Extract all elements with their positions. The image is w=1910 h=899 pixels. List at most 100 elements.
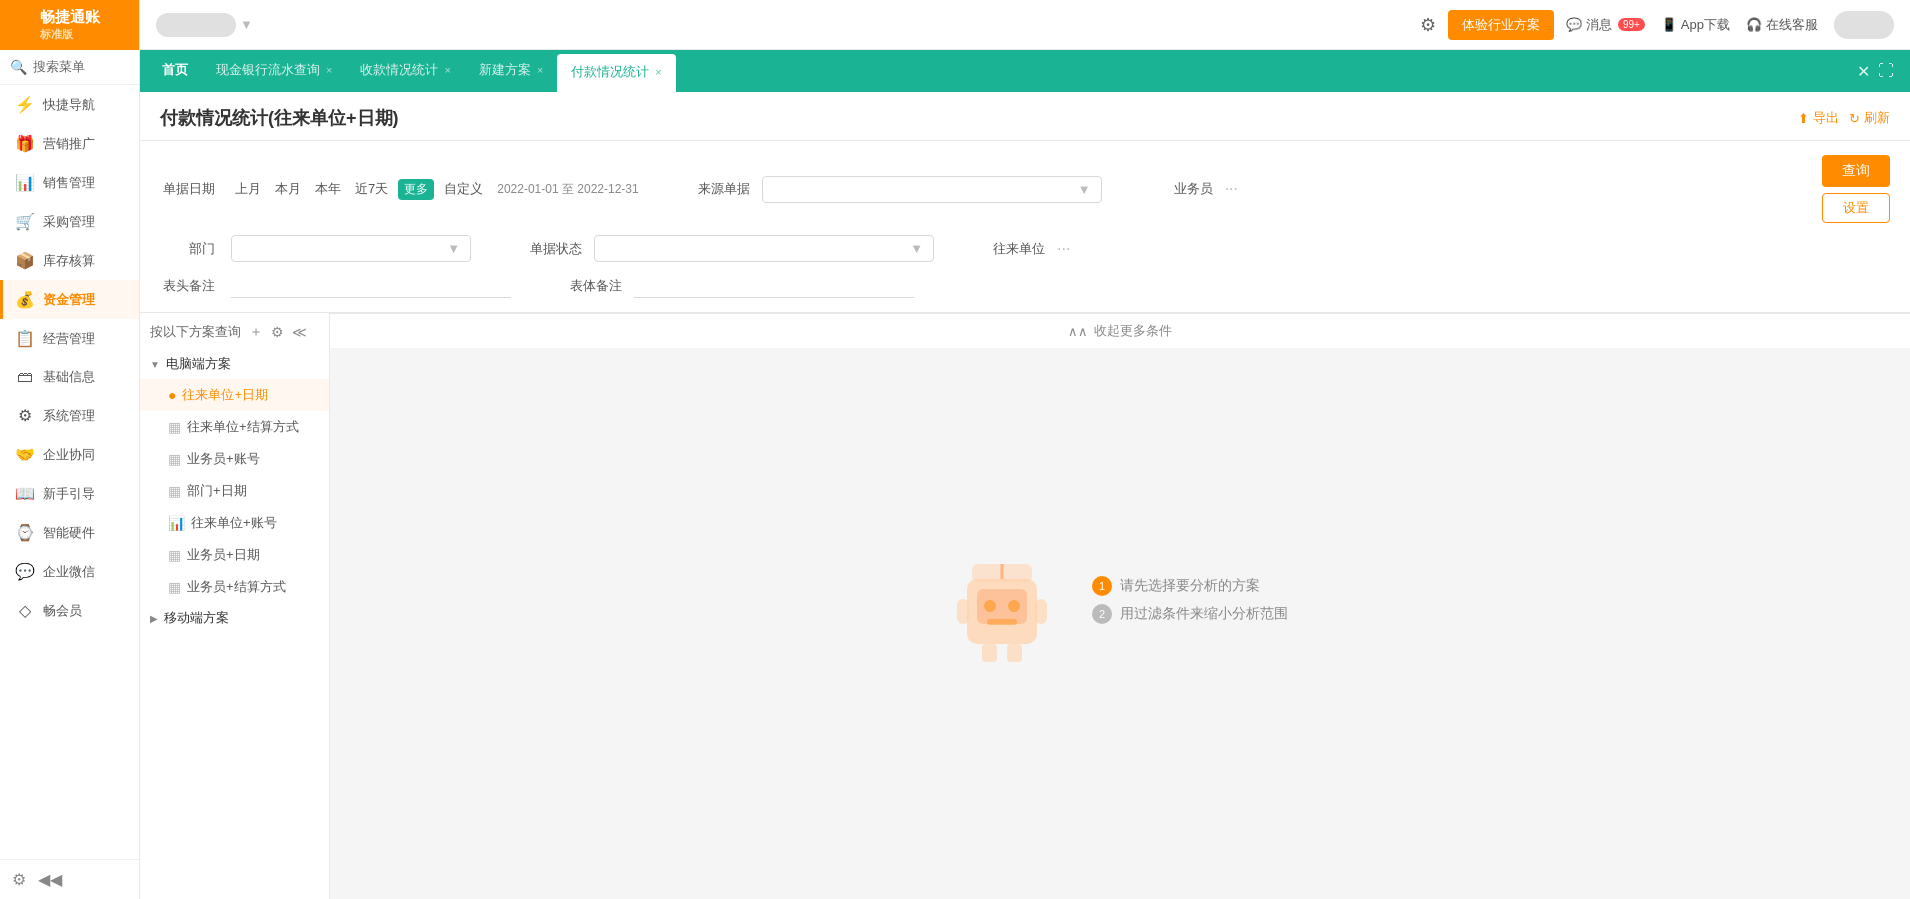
scheme-item-dept-date-label: 部门+日期 xyxy=(187,482,247,500)
header-note-input[interactable] xyxy=(231,274,511,298)
settings-bottom-icon[interactable]: ⚙ xyxy=(12,870,26,889)
content-area: 付款情况统计(往来单位+日期) ⬆ 导出 ↻ 刷新 单据日期 上月 本月 xyxy=(140,92,1910,899)
sales-label: 销售管理 xyxy=(43,174,95,192)
sidebar-item-weixin[interactable]: 💬 企业微信 xyxy=(0,552,139,591)
source-select[interactable]: ▼ xyxy=(762,176,1102,203)
messages-button[interactable]: 💬 消息 99+ xyxy=(1566,16,1645,34)
scheme-table-icon-4: ▦ xyxy=(168,547,181,563)
sidebar-item-hardware[interactable]: ⌚ 智能硬件 xyxy=(0,513,139,552)
tab-cashflow[interactable]: 现金银行流水查询 × xyxy=(202,50,346,92)
tab-receipts-close[interactable]: × xyxy=(444,64,450,76)
date-option-7days[interactable]: 近7天 xyxy=(351,178,392,200)
date-option-this-month[interactable]: 本月 xyxy=(271,178,305,200)
finance-icon: 💰 xyxy=(15,290,35,309)
online-service-button[interactable]: 🎧 在线客服 xyxy=(1746,16,1818,34)
sidebar-item-cooperation[interactable]: 🤝 企业协同 xyxy=(0,435,139,474)
date-option-more[interactable]: 更多 xyxy=(398,179,434,200)
sidebar-item-finance[interactable]: 💰 资金管理 xyxy=(0,280,139,319)
query-button[interactable]: 查询 xyxy=(1822,155,1890,187)
sidebar-item-search[interactable]: 🔍 搜索菜单 xyxy=(0,50,139,85)
sidebar-item-guide[interactable]: 📖 新手引导 xyxy=(0,474,139,513)
scheme-item-unit-account-label: 往来单位+账号 xyxy=(191,514,277,532)
sidebar-item-operation[interactable]: 📋 经营管理 xyxy=(0,319,139,358)
sidebar-item-system[interactable]: ⚙ 系统管理 xyxy=(0,396,139,435)
app-download-button[interactable]: 📱 App下载 xyxy=(1661,16,1730,34)
scheme-item-salesperson-account[interactable]: ▦ 业务员+账号 xyxy=(140,443,329,475)
tab-receipts-label: 收款情况统计 xyxy=(360,61,438,79)
svg-rect-4 xyxy=(987,619,1017,625)
tab-expand-icon[interactable]: ⛶ xyxy=(1878,62,1894,80)
tab-new-scheme[interactable]: 新建方案 × xyxy=(465,50,557,92)
body-note-input[interactable] xyxy=(634,274,914,298)
refresh-button[interactable]: ↻ 刷新 xyxy=(1849,109,1890,127)
user-avatar-placeholder xyxy=(156,13,236,37)
quicknav-label: 快捷导航 xyxy=(43,96,95,114)
export-icon: ⬆ xyxy=(1798,111,1809,126)
weixin-label: 企业微信 xyxy=(43,563,95,581)
collapse-sidebar-icon[interactable]: ◀◀ xyxy=(38,870,62,889)
scheme-item-unit-account[interactable]: 📊 往来单位+账号 xyxy=(140,507,329,539)
source-filter-label: 来源单据 xyxy=(695,180,750,198)
scheme-table-icon-3: ▦ xyxy=(168,483,181,499)
add-scheme-icon[interactable]: ＋ xyxy=(249,323,263,341)
trial-industry-button[interactable]: 体验行业方案 xyxy=(1448,10,1554,40)
sidebar-item-marketing[interactable]: 🎁 营销推广 xyxy=(0,124,139,163)
empty-step1-text: 请先选择要分析的方案 xyxy=(1120,577,1260,595)
tab-receipts[interactable]: 收款情况统计 × xyxy=(346,50,464,92)
search-icon: 🔍 xyxy=(10,59,27,75)
scheme-desktop-group[interactable]: ▼ 电脑端方案 xyxy=(140,349,329,379)
scheme-table-icon-1: ▦ xyxy=(168,419,181,435)
scheme-item-dept-date[interactable]: ▦ 部门+日期 xyxy=(140,475,329,507)
page-title: 付款情况统计(往来单位+日期) xyxy=(160,106,399,130)
empty-texts: 1 请先选择要分析的方案 2 用过滤条件来缩小分析范围 xyxy=(1092,576,1288,632)
sidebar-item-basicinfo[interactable]: 🗃 基础信息 xyxy=(0,358,139,396)
related-unit-dots[interactable]: ··· xyxy=(1057,240,1070,258)
sidebar-item-inventory[interactable]: 📦 库存核算 xyxy=(0,241,139,280)
tabbar: 首页 现金银行流水查询 × 收款情况统计 × 新建方案 × 付款情况统计 × ✕… xyxy=(140,50,1910,92)
sidebar-item-purchase[interactable]: 🛒 采购管理 xyxy=(0,202,139,241)
salesperson-dots[interactable]: ··· xyxy=(1225,180,1238,197)
empty-step2-text: 用过滤条件来缩小分析范围 xyxy=(1120,605,1288,623)
sidebar-item-member[interactable]: ◇ 畅会员 xyxy=(0,591,139,630)
scheme-item-unit-settlement[interactable]: ▦ 往来单位+结算方式 xyxy=(140,411,329,443)
tab-payments[interactable]: 付款情况统计 × xyxy=(557,54,675,92)
tab-home[interactable]: 首页 xyxy=(148,50,202,92)
chevron-down-icon: ▼ xyxy=(240,17,253,32)
collapse-more-conditions-button[interactable]: ∧∧ 收起更多条件 xyxy=(330,313,1910,348)
export-button[interactable]: ⬆ 导出 xyxy=(1798,109,1839,127)
tab-new-scheme-close[interactable]: × xyxy=(537,64,543,76)
scheme-mobile-group[interactable]: ▶ 移动端方案 xyxy=(140,603,329,633)
phone-icon: 📱 xyxy=(1661,17,1677,32)
user-avatar[interactable] xyxy=(1834,11,1894,39)
messages-badge: 99+ xyxy=(1618,18,1645,31)
tab-cashflow-close[interactable]: × xyxy=(326,64,332,76)
dept-select[interactable]: ▼ xyxy=(231,235,471,262)
empty-step-2: 2 用过滤条件来缩小分析范围 xyxy=(1092,604,1288,624)
purchase-label: 采购管理 xyxy=(43,213,95,231)
date-option-this-year[interactable]: 本年 xyxy=(311,178,345,200)
svg-rect-6 xyxy=(1035,599,1047,624)
scheme-settings-icon[interactable]: ⚙ xyxy=(271,324,284,340)
doc-status-select[interactable]: ▼ xyxy=(594,235,934,262)
tab-payments-close[interactable]: × xyxy=(655,66,661,78)
action-buttons: 查询 设置 xyxy=(1822,155,1890,223)
date-option-custom[interactable]: 自定义 xyxy=(440,178,487,200)
filter-row-2: 部门 ▼ 单据状态 ▼ 往来单位 ··· xyxy=(160,235,1890,262)
scheme-item-unit-date-label: 往来单位+日期 xyxy=(182,386,268,404)
sidebar-bottom: ⚙ ◀◀ xyxy=(0,859,139,899)
scheme-collapse-icon[interactable]: ≪ xyxy=(292,324,307,340)
scheme-item-salesperson-settlement[interactable]: ▦ 业务员+结算方式 xyxy=(140,571,329,603)
svg-rect-7 xyxy=(982,644,997,662)
filter-settings-button[interactable]: 设置 xyxy=(1822,193,1890,223)
sidebar-item-quicknav[interactable]: ⚡ 快捷导航 xyxy=(0,85,139,124)
scheme-item-salesperson-date[interactable]: ▦ 业务员+日期 xyxy=(140,539,329,571)
tab-close-all-icon[interactable]: ✕ xyxy=(1857,62,1870,81)
app-name: 畅捷通账 xyxy=(40,8,100,27)
scheme-item-unit-date[interactable]: ● 往来单位+日期 xyxy=(140,379,329,411)
date-option-last-month[interactable]: 上月 xyxy=(231,178,265,200)
sidebar-item-sales[interactable]: 📊 销售管理 xyxy=(0,163,139,202)
scheme-header: 按以下方案查询 ＋ ⚙ ≪ xyxy=(140,323,329,349)
desktop-group-label: 电脑端方案 xyxy=(166,355,231,373)
collapse-chevron-icon: ∧∧ xyxy=(1068,324,1088,339)
topbar-settings-icon[interactable]: ⚙ xyxy=(1420,14,1436,36)
